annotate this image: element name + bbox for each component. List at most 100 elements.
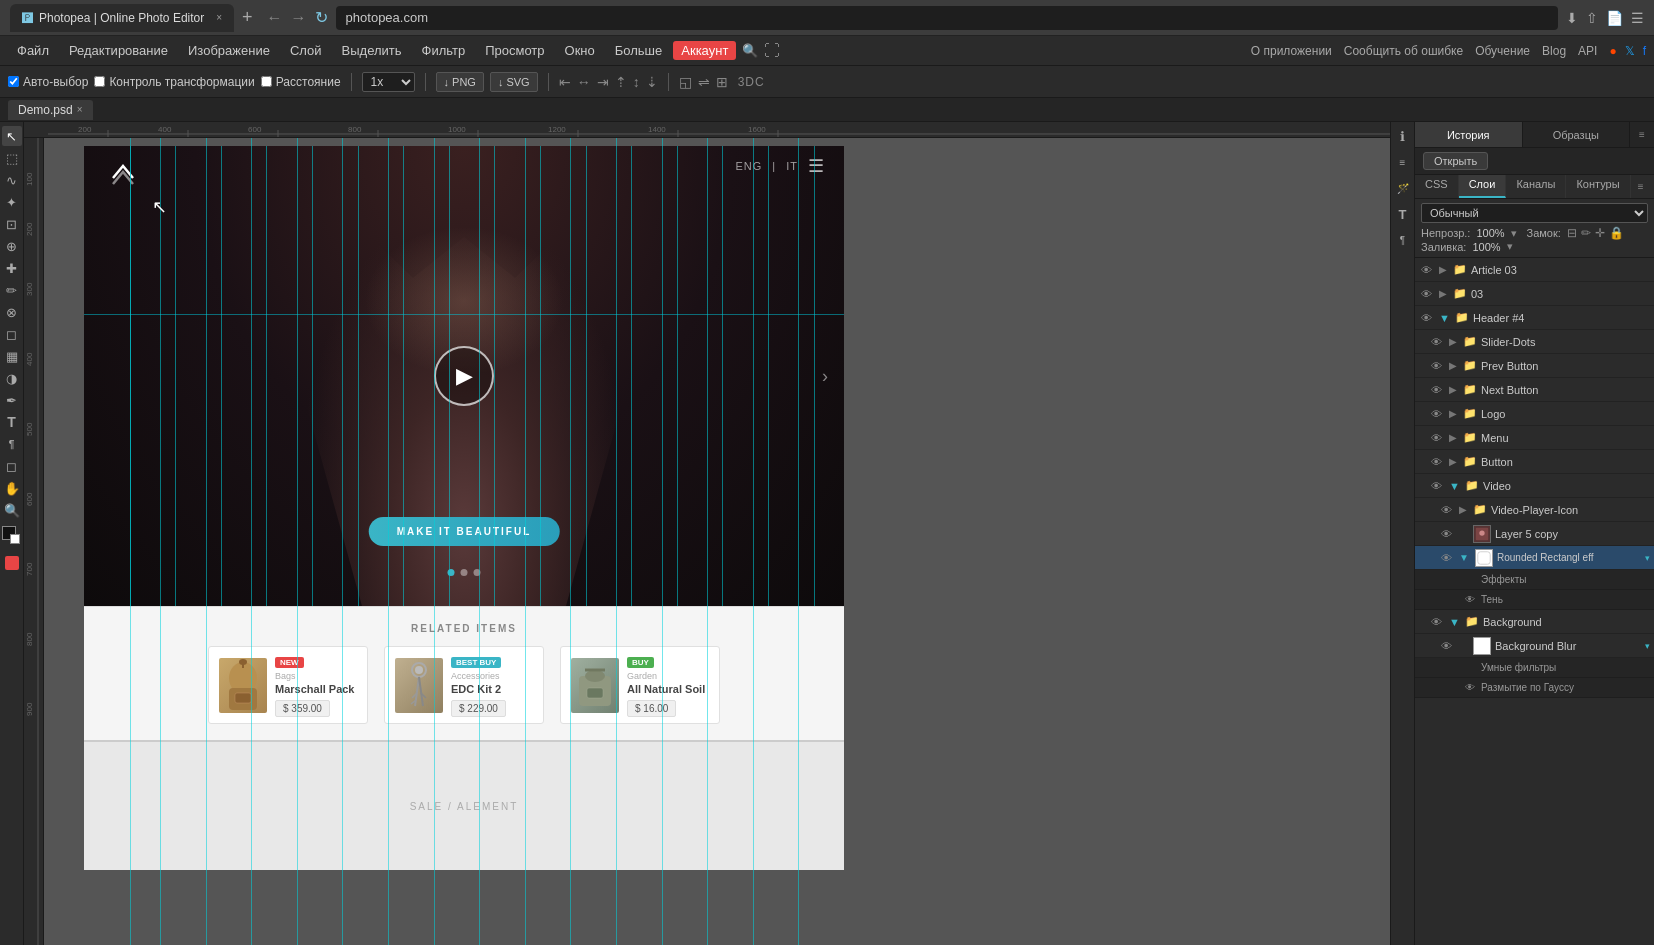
tab-samples[interactable]: Образцы bbox=[1523, 122, 1631, 147]
align-right-icon[interactable]: ⇥ bbox=[597, 74, 609, 90]
select-tool[interactable]: ⬚ bbox=[2, 148, 22, 168]
tab-layers[interactable]: Слои bbox=[1459, 175, 1507, 198]
browser-tab[interactable]: 🅿 Photopea | Online Photo Editor × bbox=[10, 4, 234, 32]
blog-link[interactable]: Blog bbox=[1542, 44, 1566, 58]
canvas-inner[interactable]: ENG | IT ☰ ▶ bbox=[44, 138, 1390, 945]
transform-icon[interactable]: ◱ bbox=[679, 74, 692, 90]
gradient-tool[interactable]: ▦ bbox=[2, 346, 22, 366]
layer-slider-dots[interactable]: 👁 ▶ 📁 Slider-Dots bbox=[1415, 330, 1654, 354]
eraser-tool[interactable]: ◻ bbox=[2, 324, 22, 344]
layer-logo[interactable]: 👁 ▶ 📁 Logo bbox=[1415, 402, 1654, 426]
shadow-eye[interactable]: 👁 bbox=[1465, 594, 1477, 605]
menu-edit[interactable]: Редактирование bbox=[60, 39, 177, 62]
grid-icon[interactable]: ⊞ bbox=[716, 74, 728, 90]
flip-icon[interactable]: ⇌ bbox=[698, 74, 710, 90]
pen-tool[interactable]: ✒ bbox=[2, 390, 22, 410]
opacity-dropdown-icon[interactable]: ▾ bbox=[1511, 227, 1517, 240]
eye-icon-next-button[interactable]: 👁 bbox=[1431, 384, 1445, 396]
product-item-2[interactable]: BEST BUY Accessories EDC Kit 2 $ 229.00 bbox=[384, 646, 544, 724]
shape-tool[interactable]: ◻ bbox=[2, 456, 22, 476]
layer-menu[interactable]: 👁 ▶ 📁 Menu bbox=[1415, 426, 1654, 450]
arrow-menu[interactable]: ▶ bbox=[1449, 432, 1459, 443]
gaussian-blur-item[interactable]: 👁 Размытие по Гауссу bbox=[1415, 678, 1654, 698]
layer-background-blur[interactable]: 👁 Background Blur ▾ bbox=[1415, 634, 1654, 658]
hand-tool[interactable]: ✋ bbox=[2, 478, 22, 498]
eye-icon-menu[interactable]: 👁 bbox=[1431, 432, 1445, 444]
brush-tool[interactable]: ✏ bbox=[2, 280, 22, 300]
facebook-icon[interactable]: f bbox=[1643, 44, 1646, 58]
crop-tool[interactable]: ⊡ bbox=[2, 214, 22, 234]
type-icon[interactable]: T bbox=[1393, 204, 1413, 224]
layer-03[interactable]: 👁 ▶ 📁 03 bbox=[1415, 282, 1654, 306]
layer-rounded-rect[interactable]: 👁 ▼ Rounded Rectangl eff ▾ bbox=[1415, 546, 1654, 570]
menu-view[interactable]: Просмотр bbox=[476, 39, 553, 62]
lasso-tool[interactable]: ∿ bbox=[2, 170, 22, 190]
arrow-next-button[interactable]: ▶ bbox=[1449, 384, 1459, 395]
sliders-icon[interactable]: ≡ bbox=[1393, 152, 1413, 172]
auto-select-checkbox[interactable]: Авто-выбор bbox=[8, 75, 88, 89]
menu-icon[interactable]: ☰ bbox=[1631, 10, 1644, 26]
layer-layer5copy[interactable]: 👁 Layer 5 copy bbox=[1415, 522, 1654, 546]
eye-icon-layer5copy[interactable]: 👁 bbox=[1441, 528, 1455, 540]
background-color[interactable] bbox=[10, 534, 20, 544]
align-top-icon[interactable]: ⇡ bbox=[615, 74, 627, 90]
api-link[interactable]: API bbox=[1578, 44, 1597, 58]
arrow-slider-dots[interactable]: ▶ bbox=[1449, 336, 1459, 347]
menu-account[interactable]: Аккаунт bbox=[673, 41, 736, 60]
healing-tool[interactable]: ✚ bbox=[2, 258, 22, 278]
zoom-tool[interactable]: 🔍 bbox=[2, 500, 22, 520]
stamp-tool[interactable]: ⊗ bbox=[2, 302, 22, 322]
menu-select[interactable]: Выделить bbox=[333, 39, 411, 62]
report-link[interactable]: Сообщить об ошибке bbox=[1344, 44, 1463, 58]
page-icon[interactable]: 📄 bbox=[1606, 10, 1623, 26]
eye-icon-background-folder[interactable]: 👁 bbox=[1431, 616, 1445, 628]
layer-video[interactable]: 👁 ▼ 📁 Video bbox=[1415, 474, 1654, 498]
forward-button[interactable]: → bbox=[291, 9, 307, 27]
chevron-video[interactable]: ▼ bbox=[1449, 480, 1461, 492]
lock-pixels-icon[interactable]: ✏ bbox=[1581, 226, 1591, 240]
layers-list[interactable]: 👁 ▶ 📁 Article 03 👁 ▶ 📁 03 👁 ▼ 📁 Header #… bbox=[1415, 258, 1654, 945]
hero-cta-button[interactable]: MAKE IT BEAUTIFUL bbox=[369, 517, 560, 546]
magic-wand-tool[interactable]: ✦ bbox=[2, 192, 22, 212]
tab-paths[interactable]: Контуры bbox=[1566, 175, 1630, 198]
layer-mode-select[interactable]: Обычный Умножение Экран bbox=[1421, 203, 1648, 223]
layer-next-button[interactable]: 👁 ▶ 📁 Next Button bbox=[1415, 378, 1654, 402]
address-bar[interactable] bbox=[336, 6, 1558, 30]
text-tool[interactable]: T bbox=[2, 412, 22, 432]
layer-article03[interactable]: 👁 ▶ 📁 Article 03 bbox=[1415, 258, 1654, 282]
paragraph-icon[interactable]: ¶ bbox=[1393, 230, 1413, 250]
eye-icon-header4[interactable]: 👁 bbox=[1421, 312, 1435, 324]
panel-options-icon[interactable]: ≡ bbox=[1630, 122, 1654, 147]
reload-button[interactable]: ↻ bbox=[315, 8, 328, 27]
distance-checkbox[interactable]: Расстояние bbox=[261, 75, 341, 89]
eye-icon-background-blur[interactable]: 👁 bbox=[1441, 640, 1455, 652]
transform-checkbox[interactable]: Контроль трансформации bbox=[94, 75, 254, 89]
menu-layer[interactable]: Слой bbox=[281, 39, 331, 62]
tab-history[interactable]: История bbox=[1415, 122, 1523, 147]
download-icon[interactable]: ⬇ bbox=[1566, 10, 1578, 26]
align-center-icon[interactable]: ↔ bbox=[577, 74, 591, 90]
align-vcenter-icon[interactable]: ↕ bbox=[633, 74, 640, 90]
layers-options-icon[interactable]: ≡ bbox=[1631, 175, 1651, 198]
eye-icon-video[interactable]: 👁 bbox=[1431, 480, 1445, 492]
lock-position-icon[interactable]: ✛ bbox=[1595, 226, 1605, 240]
about-link[interactable]: О приложении bbox=[1251, 44, 1332, 58]
chevron-header4[interactable]: ▼ bbox=[1439, 312, 1451, 324]
twitter-icon[interactable]: 𝕏 bbox=[1625, 44, 1635, 58]
tab-channels[interactable]: Каналы bbox=[1506, 175, 1566, 198]
magic-icon[interactable]: 🪄 bbox=[1393, 178, 1413, 198]
product-item-1[interactable]: NEW Bags Marschall Pack $ 359.00 bbox=[208, 646, 368, 724]
product-item-3[interactable]: BUY Garden All Natural Soil $ 16.00 bbox=[560, 646, 720, 724]
file-tab-demo[interactable]: Demo.psd × bbox=[8, 100, 93, 120]
chevron-rounded-rect[interactable]: ▼ bbox=[1459, 552, 1471, 563]
zoom-select[interactable]: 1x 2x 0.5x bbox=[362, 72, 415, 92]
chevron-background[interactable]: ▼ bbox=[1449, 616, 1461, 628]
layer-video-player-icon[interactable]: 👁 ▶ 📁 Video-Player-Icon bbox=[1415, 498, 1654, 522]
eye-icon-button[interactable]: 👁 bbox=[1431, 456, 1445, 468]
tab-close[interactable]: × bbox=[216, 12, 222, 23]
eye-icon-video-player[interactable]: 👁 bbox=[1441, 504, 1455, 516]
menu-more[interactable]: Больше bbox=[606, 39, 672, 62]
eye-icon-prev-button[interactable]: 👁 bbox=[1431, 360, 1445, 372]
fullscreen-icon[interactable]: ⛶ bbox=[764, 42, 780, 60]
eye-icon-slider-dots[interactable]: 👁 bbox=[1431, 336, 1445, 348]
